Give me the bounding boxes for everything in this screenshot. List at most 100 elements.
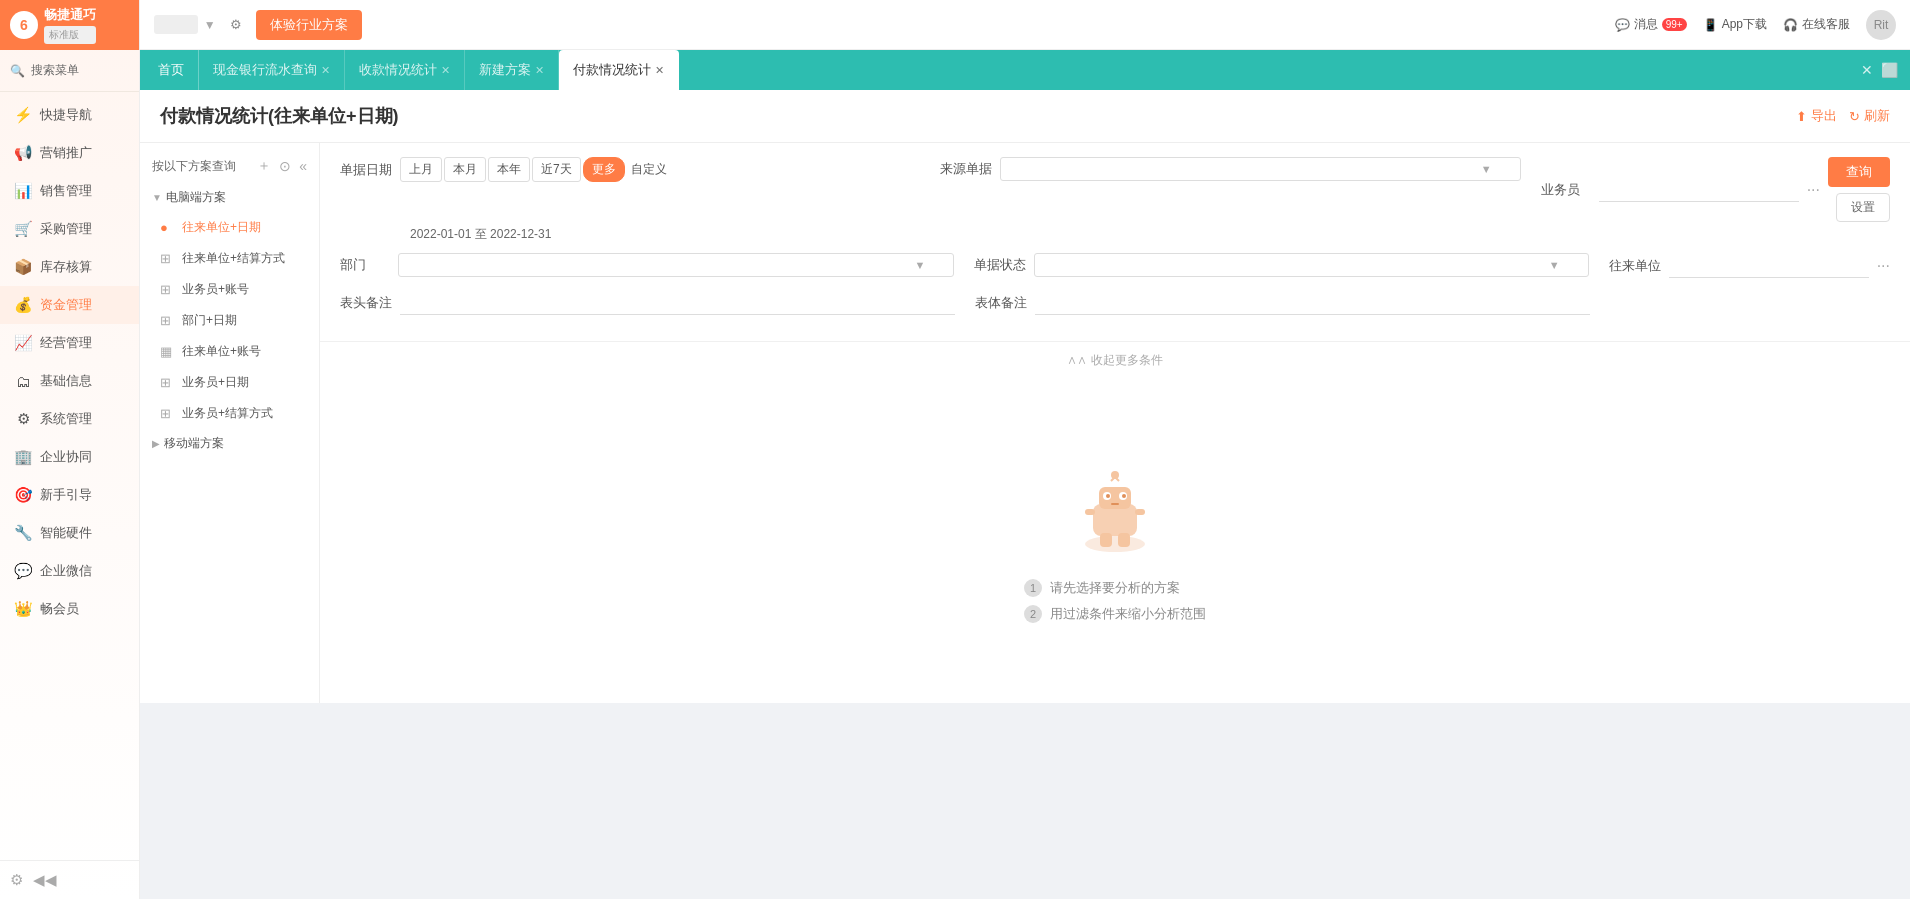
body-note-label: 表体备注 [975,294,1027,312]
tab-close-all-icon[interactable]: ✕ [1861,62,1873,78]
tab-receivable-close-icon[interactable]: ✕ [441,64,450,77]
scheme-item-unit-date[interactable]: ● 往来单位+日期 [140,212,319,243]
tab-receivable[interactable]: 收款情况统计 ✕ [345,50,465,90]
trial-button[interactable]: 体验行业方案 [256,10,362,40]
scheme-item-staff-date[interactable]: ⊞ 业务员+日期 [140,367,319,398]
sidebar-item-newuser[interactable]: 🎯 新手引导 [0,476,139,514]
query-button[interactable]: 查询 [1828,157,1890,187]
svg-point-6 [1122,494,1126,498]
sidebar-item-enterprise[interactable]: 🏢 企业协同 [0,438,139,476]
app-download-button[interactable]: 📱 App下载 [1703,16,1767,33]
sidebar-item-hardware[interactable]: 🔧 智能硬件 [0,514,139,552]
sidebar-item-funds[interactable]: 💰 资金管理 [0,286,139,324]
partner-dots-icon[interactable]: ··· [1877,257,1890,275]
scheme-item-staff-method[interactable]: ⊞ 业务员+结算方式 [140,398,319,429]
wechat-icon: 💬 [14,562,32,580]
more-date-btn[interactable]: 更多 [583,157,625,182]
topbar-settings-icon[interactable]: ⚙ [230,17,242,32]
export-icon: ⬆ [1796,109,1807,124]
docstatus-select[interactable]: ▼ [1034,253,1588,277]
scheme-panel: 按以下方案查询 ＋ ⊙ « ▼ 电脑端方案 ● 往来单位+日期 ⊞ [140,143,320,703]
tab-cashflow-close-icon[interactable]: ✕ [321,64,330,77]
member-icon: 👑 [14,600,32,618]
docstatus-filter-label: 单据状态 [974,256,1026,274]
filter-area: 单据日期 上月 本月 本年 近7天 更多 自定义 来源单据 [320,143,1910,341]
scheme-item-staff-account[interactable]: ⊞ 业务员+账号 [140,274,319,305]
mobile-scheme-section[interactable]: ▶ 移动端方案 [140,429,319,458]
sidebar-item-marketing[interactable]: 📢 营销推广 [0,134,139,172]
account-chevron-icon: ▼ [204,18,216,32]
export-button[interactable]: ⬆ 导出 [1796,107,1837,125]
download-icon: 📱 [1703,18,1718,32]
staff-input[interactable] [1599,177,1799,202]
settings-button[interactable]: 设置 [1836,193,1890,222]
tab-new-scheme[interactable]: 新建方案 ✕ [465,50,559,90]
body-note-group: 表体备注 [975,290,1590,315]
sidebar-bottom: ⚙ ◀◀ [0,860,139,899]
sidebar-item-basic[interactable]: 🗂 基础信息 [0,362,139,400]
account-selector[interactable]: ▼ [154,15,216,34]
scheme-item-unit-account[interactable]: ▦ 往来单位+账号 [140,336,319,367]
sidebar-item-purchase[interactable]: 🛒 采购管理 [0,210,139,248]
header-note-label: 表头备注 [340,294,392,312]
partner-input[interactable] [1669,253,1869,278]
empty-tip-2: 2 用过滤条件来缩小分析范围 [1024,605,1206,623]
this-year-btn[interactable]: 本年 [488,157,530,182]
scheme-collapse-icon[interactable]: « [299,158,307,174]
date-buttons: 上月 本月 本年 近7天 更多 自定义 [400,157,667,182]
collapse-bar[interactable]: ∧∧ 收起更多条件 [320,341,1910,379]
dept-select[interactable]: ▼ [398,253,954,277]
refresh-icon: ↻ [1849,109,1860,124]
pc-scheme-section[interactable]: ▼ 电脑端方案 [140,183,319,212]
filter-actions: 查询 设置 [1828,157,1890,222]
tab-home[interactable]: 首页 [144,50,199,90]
sidebar-item-shortcut[interactable]: ⚡ 快捷导航 [0,96,139,134]
source-select[interactable]: ▼ [1000,157,1520,181]
sidebar-search[interactable]: 🔍 搜索菜单 [0,50,139,92]
scheme-item-dept-date[interactable]: ⊞ 部门+日期 [140,305,319,336]
sidebar-settings-icon[interactable]: ⚙ [10,871,23,889]
tab-cashflow[interactable]: 现金银行流水查询 ✕ [199,50,345,90]
scheme-add-icon[interactable]: ＋ [257,157,271,175]
user-avatar[interactable]: Rit [1866,10,1896,40]
sidebar-collapse-icon[interactable]: ◀◀ [33,871,57,889]
this-month-btn[interactable]: 本月 [444,157,486,182]
sidebar-item-inventory[interactable]: 📦 库存核算 [0,248,139,286]
search-icon: 🔍 [10,64,25,78]
sidebar-item-operations[interactable]: 📈 经营管理 [0,324,139,362]
basic-icon: 🗂 [14,372,32,390]
svg-rect-11 [1118,533,1130,547]
tab-payment[interactable]: 付款情况统计 ✕ [559,50,679,90]
sidebar-item-wechat[interactable]: 💬 企业微信 [0,552,139,590]
account-name [154,15,198,34]
messages-button[interactable]: 💬 消息 99+ [1615,16,1687,33]
body-note-input[interactable] [1035,290,1590,315]
scheme-item-unit-method[interactable]: ⊞ 往来单位+结算方式 [140,243,319,274]
scheme-bar-icon: ▦ [160,344,176,359]
filter-row-2: 部门 ▼ 单据状态 ▼ [340,253,1890,278]
tab-new-scheme-close-icon[interactable]: ✕ [535,64,544,77]
sidebar-item-system[interactable]: ⚙ 系统管理 [0,400,139,438]
tab-maximize-icon[interactable]: ⬜ [1881,62,1898,78]
sidebar-item-sales[interactable]: 📊 销售管理 [0,172,139,210]
tab-payment-close-icon[interactable]: ✕ [655,64,664,77]
scheme-settings-icon[interactable]: ⊙ [279,158,291,174]
scheme-active-icon: ● [160,220,176,235]
staff-filter-label: 业务员 [1541,181,1591,199]
search-menu-button[interactable]: 🔍 搜索菜单 [10,58,129,83]
sidebar-item-member[interactable]: 👑 畅会员 [0,590,139,628]
message-icon: 💬 [1615,18,1630,32]
last-month-btn[interactable]: 上月 [400,157,442,182]
pc-section-arrow-icon: ▼ [152,192,162,203]
staff-dots-icon[interactable]: ··· [1807,181,1820,199]
header-note-input[interactable] [400,290,955,315]
refresh-button[interactable]: ↻ 刷新 [1849,107,1890,125]
sales-icon: 📊 [14,182,32,200]
last-7days-btn[interactable]: 近7天 [532,157,581,182]
empty-tips: 1 请先选择要分析的方案 2 用过滤条件来缩小分析范围 [1024,579,1206,623]
empty-state: 1 请先选择要分析的方案 2 用过滤条件来缩小分析范围 [320,379,1910,703]
source-filter-group: 来源单据 ▼ [940,157,1520,181]
date-range-display: 2022-01-01 至 2022-12-31 [410,227,551,241]
tabs-bar: 首页 现金银行流水查询 ✕ 收款情况统计 ✕ 新建方案 ✕ 付款情况统计 ✕ ✕… [140,50,1910,90]
online-service-button[interactable]: 🎧 在线客服 [1783,16,1850,33]
